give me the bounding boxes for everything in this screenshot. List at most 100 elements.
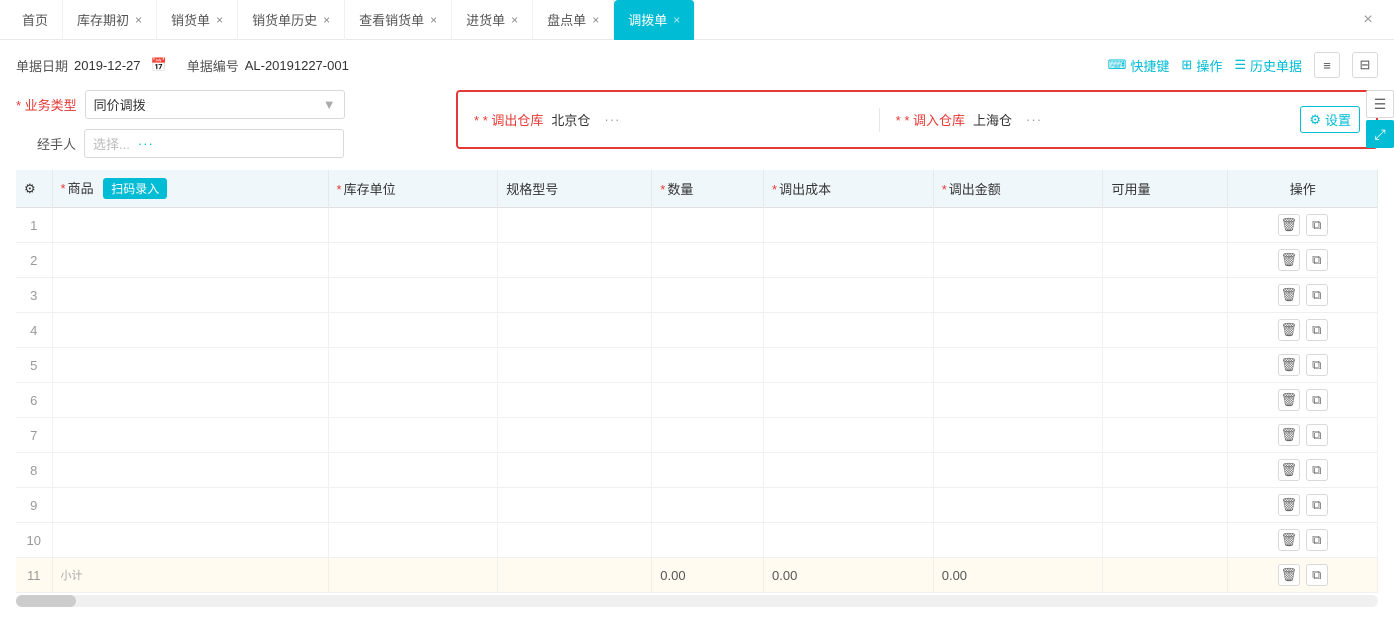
close-tab-transfer[interactable]: ×: [673, 13, 680, 27]
shortcut-action[interactable]: ⌨ 快捷键: [1108, 56, 1170, 75]
spec-cell[interactable]: [498, 313, 652, 348]
cost-cell[interactable]: [764, 313, 934, 348]
delete-btn[interactable]: 🗑: [1278, 284, 1300, 306]
amount-cell[interactable]: [933, 243, 1103, 278]
spec-cell[interactable]: [498, 278, 652, 313]
product-cell[interactable]: [52, 243, 328, 278]
copy-btn[interactable]: ⧉: [1306, 459, 1328, 481]
layout-list-btn[interactable]: ≡: [1314, 52, 1340, 78]
quantity-cell[interactable]: [652, 278, 764, 313]
float-list-btn[interactable]: ☰: [1366, 90, 1394, 118]
tab-sales-order[interactable]: 销货单 ×: [157, 0, 238, 40]
handler-more-btn[interactable]: ···: [138, 136, 154, 151]
amount-cell[interactable]: [933, 453, 1103, 488]
quantity-cell[interactable]: [652, 453, 764, 488]
close-tab-sales-history[interactable]: ×: [323, 13, 330, 27]
copy-btn[interactable]: ⧉: [1306, 389, 1328, 411]
unit-cell[interactable]: [328, 243, 498, 278]
th-settings[interactable]: ⚙: [16, 170, 52, 208]
unit-cell[interactable]: [328, 348, 498, 383]
quantity-cell[interactable]: [652, 418, 764, 453]
close-tab-stock-check[interactable]: ×: [592, 13, 599, 27]
in-warehouse-more-btn[interactable]: ···: [1026, 112, 1042, 127]
copy-btn[interactable]: ⧉: [1306, 354, 1328, 376]
out-warehouse-more-btn[interactable]: ···: [604, 112, 620, 127]
cost-cell[interactable]: [764, 523, 934, 558]
tab-transfer[interactable]: 调拨单 ×: [614, 0, 695, 40]
spec-cell[interactable]: [498, 453, 652, 488]
amount-cell[interactable]: [933, 418, 1103, 453]
unit-cell[interactable]: [328, 278, 498, 313]
delete-btn[interactable]: 🗑: [1278, 354, 1300, 376]
delete-btn[interactable]: 🗑: [1278, 319, 1300, 341]
tab-home[interactable]: 首页: [8, 0, 63, 40]
spec-cell[interactable]: [498, 383, 652, 418]
product-cell[interactable]: 小计: [52, 558, 328, 593]
copy-btn[interactable]: ⧉: [1306, 529, 1328, 551]
product-cell[interactable]: [52, 418, 328, 453]
cost-cell[interactable]: [764, 383, 934, 418]
close-tab-purchase-order[interactable]: ×: [511, 13, 518, 27]
delete-btn[interactable]: 🗑: [1278, 459, 1300, 481]
unit-cell[interactable]: [328, 453, 498, 488]
product-cell[interactable]: [52, 278, 328, 313]
quantity-cell[interactable]: [652, 383, 764, 418]
close-tab-inventory-init[interactable]: ×: [135, 13, 142, 27]
cost-cell[interactable]: [764, 348, 934, 383]
spec-cell[interactable]: [498, 348, 652, 383]
product-cell[interactable]: [52, 523, 328, 558]
quantity-cell[interactable]: [652, 488, 764, 523]
cost-cell[interactable]: [764, 418, 934, 453]
delete-btn[interactable]: 🗑: [1278, 214, 1300, 236]
horizontal-scrollbar[interactable]: [16, 595, 1378, 607]
amount-cell[interactable]: [933, 348, 1103, 383]
tab-view-sales[interactable]: 查看销货单 ×: [345, 0, 452, 40]
copy-btn[interactable]: ⧉: [1306, 319, 1328, 341]
tab-sales-history[interactable]: 销货单历史 ×: [238, 0, 345, 40]
quantity-cell[interactable]: [652, 523, 764, 558]
delete-btn[interactable]: 🗑: [1278, 564, 1300, 586]
unit-cell[interactable]: [328, 418, 498, 453]
unit-cell[interactable]: [328, 383, 498, 418]
close-tab-sales-order[interactable]: ×: [216, 13, 223, 27]
history-action[interactable]: ☰ 历史单据: [1234, 56, 1302, 75]
copy-btn[interactable]: ⧉: [1306, 424, 1328, 446]
spec-cell[interactable]: [498, 418, 652, 453]
copy-btn[interactable]: ⧉: [1306, 249, 1328, 271]
scan-entry-button[interactable]: 扫码录入: [103, 178, 167, 199]
settings-button[interactable]: ⚙ 设置: [1300, 106, 1360, 133]
delete-btn[interactable]: 🗑: [1278, 389, 1300, 411]
cost-cell[interactable]: [764, 488, 934, 523]
product-cell[interactable]: [52, 348, 328, 383]
biz-type-dropdown-icon[interactable]: ▼: [323, 97, 336, 112]
layout-grid-btn[interactable]: ⊟: [1352, 52, 1378, 78]
unit-cell[interactable]: [328, 523, 498, 558]
spec-cell[interactable]: [498, 523, 652, 558]
scrollbar-thumb[interactable]: [16, 595, 76, 607]
copy-btn[interactable]: ⧉: [1306, 564, 1328, 586]
unit-cell[interactable]: [328, 313, 498, 348]
operate-action[interactable]: ⊞ 操作: [1181, 56, 1222, 75]
window-close-button[interactable]: ×: [1350, 2, 1386, 38]
product-cell[interactable]: [52, 313, 328, 348]
quantity-cell[interactable]: [652, 313, 764, 348]
amount-cell[interactable]: [933, 523, 1103, 558]
quantity-cell[interactable]: [652, 348, 764, 383]
product-cell[interactable]: [52, 383, 328, 418]
copy-btn[interactable]: ⧉: [1306, 284, 1328, 306]
unit-cell[interactable]: [328, 488, 498, 523]
product-cell[interactable]: [52, 488, 328, 523]
amount-cell[interactable]: [933, 313, 1103, 348]
amount-cell[interactable]: [933, 208, 1103, 243]
amount-cell[interactable]: [933, 383, 1103, 418]
spec-cell[interactable]: [498, 243, 652, 278]
quantity-cell[interactable]: [652, 243, 764, 278]
cost-cell[interactable]: [764, 208, 934, 243]
product-cell[interactable]: [52, 208, 328, 243]
delete-btn[interactable]: 🗑: [1278, 529, 1300, 551]
float-expand-btn[interactable]: ⤢: [1366, 120, 1394, 148]
close-tab-view-sales[interactable]: ×: [430, 13, 437, 27]
tab-purchase-order[interactable]: 进货单 ×: [452, 0, 533, 40]
cost-cell[interactable]: [764, 453, 934, 488]
calendar-icon[interactable]: 📅: [151, 57, 167, 73]
